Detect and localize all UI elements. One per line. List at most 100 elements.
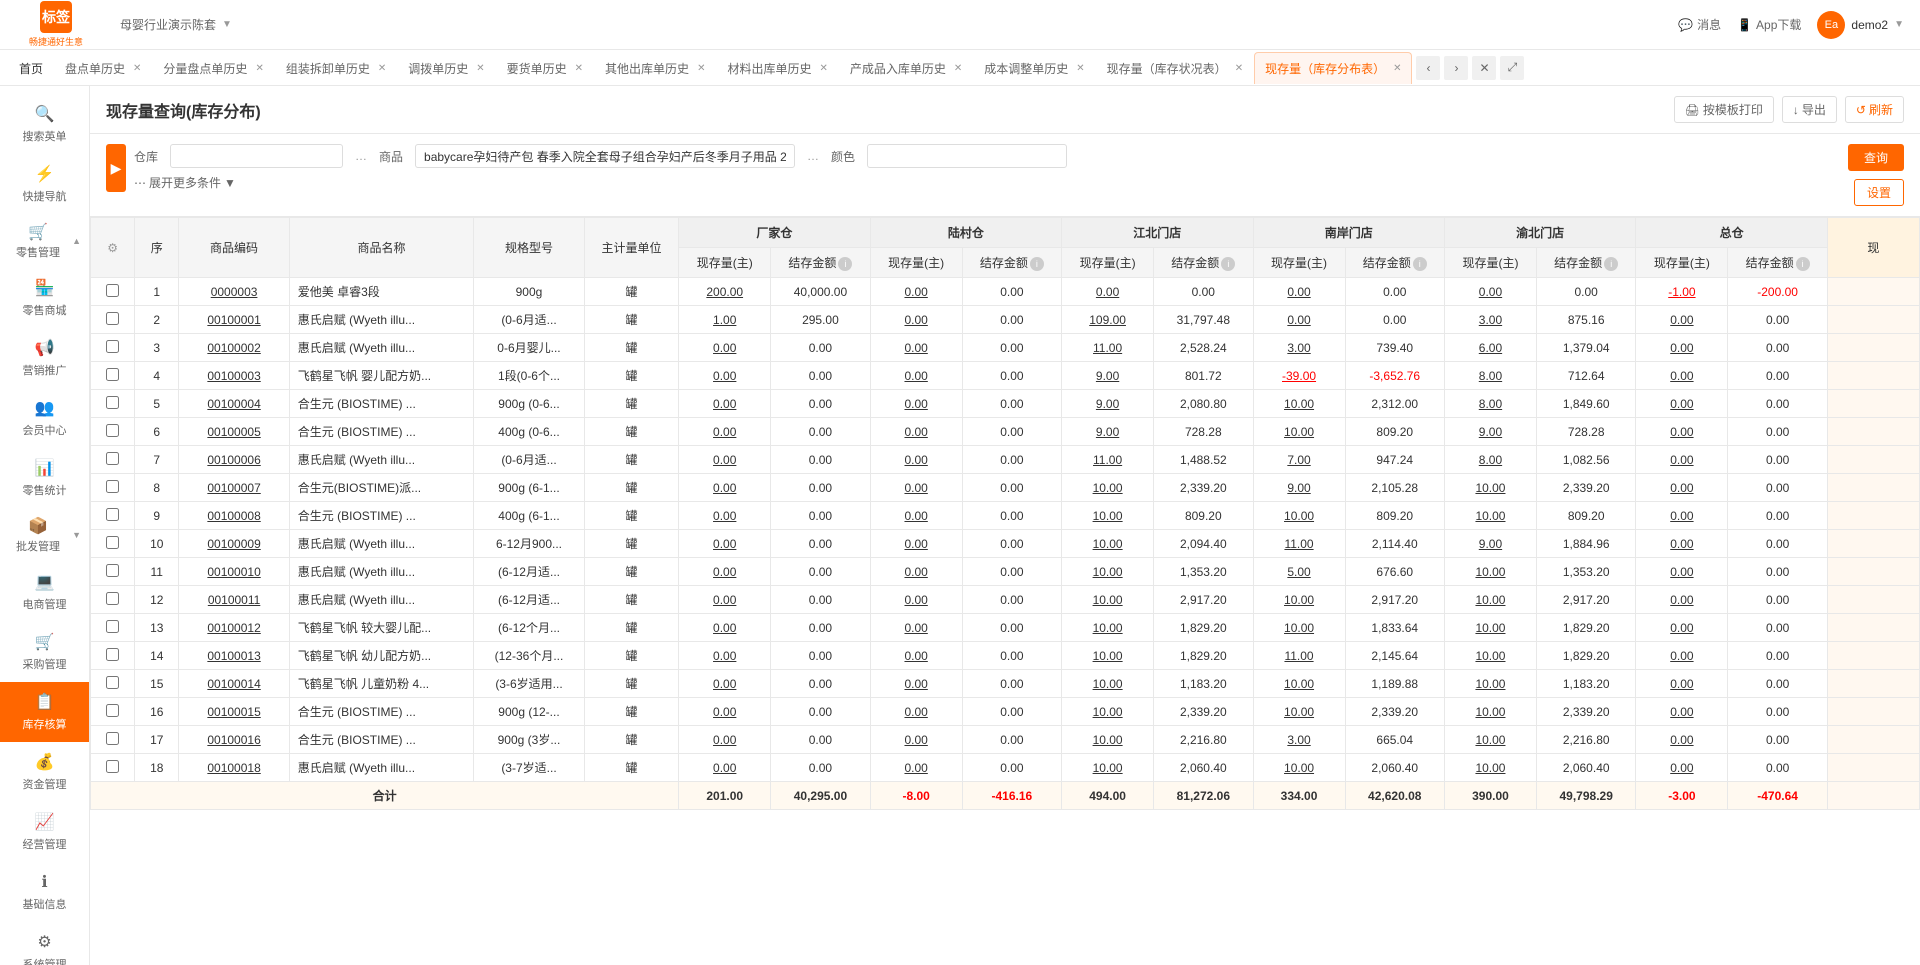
info-icon-tot[interactable]: i — [1796, 257, 1810, 271]
td-checkbox[interactable] — [91, 530, 135, 558]
td-checkbox[interactable] — [91, 558, 135, 586]
td-na-qty[interactable]: 3.00 — [1253, 726, 1345, 754]
td-checkbox[interactable] — [91, 446, 135, 474]
tab-close-all-btn[interactable]: ✕ — [1472, 56, 1496, 80]
td-checkbox[interactable] — [91, 614, 135, 642]
td-lc-qty[interactable]: 0.00 — [870, 642, 962, 670]
td-tot-qty[interactable]: 0.00 — [1636, 502, 1728, 530]
td-tot-qty[interactable]: 0.00 — [1636, 474, 1728, 502]
td-checkbox[interactable] — [91, 362, 135, 390]
td-jb-qty[interactable]: 10.00 — [1062, 558, 1154, 586]
sidebar-item-member[interactable]: 👥 会员中心 — [0, 388, 89, 448]
td-tot-qty[interactable]: -1.00 — [1636, 278, 1728, 306]
td-fc-qty[interactable]: 1.00 — [679, 306, 771, 334]
warehouse-picker-btn[interactable]: … — [355, 149, 367, 163]
td-checkbox[interactable] — [91, 698, 135, 726]
tab-close-icon[interactable]: ✕ — [575, 63, 583, 74]
td-jb-qty[interactable]: 9.00 — [1062, 390, 1154, 418]
td-jb-qty[interactable]: 9.00 — [1062, 418, 1154, 446]
tab-stock-status[interactable]: 现存量（库存状况表） ✕ — [1096, 52, 1254, 84]
sidebar-item-nav[interactable]: ⚡ 快捷导航 — [0, 154, 89, 214]
tab-assembly[interactable]: 组装拆卸单历史 ✕ — [275, 52, 397, 84]
td-jb-qty[interactable]: 109.00 — [1062, 306, 1154, 334]
tab-other-out[interactable]: 其他出库单历史 ✕ — [594, 52, 716, 84]
td-lc-qty[interactable]: 0.00 — [870, 754, 962, 782]
td-lc-qty[interactable]: 0.00 — [870, 418, 962, 446]
tab-home[interactable]: 首页 — [8, 52, 54, 84]
td-fc-qty[interactable]: 0.00 — [679, 362, 771, 390]
td-yb-qty[interactable]: 0.00 — [1444, 278, 1536, 306]
tab-next-btn[interactable]: › — [1444, 56, 1468, 80]
td-na-qty[interactable]: 10.00 — [1253, 754, 1345, 782]
tab-close-icon[interactable]: ✕ — [1076, 63, 1084, 74]
td-tot-qty[interactable]: 0.00 — [1636, 698, 1728, 726]
td-jb-qty[interactable]: 10.00 — [1062, 754, 1154, 782]
td-yb-qty[interactable]: 10.00 — [1444, 670, 1536, 698]
td-yb-qty[interactable]: 9.00 — [1444, 530, 1536, 558]
settings-btn[interactable]: 设置 — [1854, 179, 1904, 206]
tab-close-icon[interactable]: ✕ — [476, 63, 484, 74]
td-jb-qty[interactable]: 10.00 — [1062, 614, 1154, 642]
expand-conditions-btn[interactable]: ⋯ 展开更多条件 ▼ — [134, 174, 236, 191]
export-btn[interactable]: ↓ 导出 — [1782, 96, 1837, 123]
td-lc-qty[interactable]: 0.00 — [870, 530, 962, 558]
td-na-qty[interactable]: 7.00 — [1253, 446, 1345, 474]
td-lc-qty[interactable]: 0.00 — [870, 334, 962, 362]
td-jb-qty[interactable]: 9.00 — [1062, 362, 1154, 390]
info-icon-yb[interactable]: i — [1604, 257, 1618, 271]
refresh-btn[interactable]: ↺ 刷新 — [1845, 96, 1904, 123]
td-jb-qty[interactable]: 10.00 — [1062, 530, 1154, 558]
td-yb-qty[interactable]: 3.00 — [1444, 306, 1536, 334]
td-lc-qty[interactable]: 0.00 — [870, 362, 962, 390]
td-tot-qty[interactable]: 0.00 — [1636, 306, 1728, 334]
td-yb-qty[interactable]: 10.00 — [1444, 698, 1536, 726]
tab-close-icon[interactable]: ✕ — [1235, 63, 1243, 74]
sidebar-item-ecommerce[interactable]: 💻 电商管理 — [0, 562, 89, 622]
sidebar-item-basic[interactable]: ℹ 基础信息 — [0, 862, 89, 922]
td-yb-qty[interactable]: 8.00 — [1444, 390, 1536, 418]
td-fc-qty[interactable]: 0.00 — [679, 670, 771, 698]
td-tot-qty[interactable]: 0.00 — [1636, 390, 1728, 418]
sidebar-item-retail-mgmt[interactable]: 🛒 零售管理 ▲ — [0, 214, 89, 268]
td-checkbox[interactable] — [91, 642, 135, 670]
td-tot-qty[interactable]: 0.00 — [1636, 670, 1728, 698]
tab-stock-dist[interactable]: 现存量（库存分布表） ✕ — [1254, 52, 1412, 84]
td-yb-qty[interactable]: 10.00 — [1444, 642, 1536, 670]
td-tot-qty[interactable]: 0.00 — [1636, 362, 1728, 390]
td-checkbox[interactable] — [91, 754, 135, 782]
user-area[interactable]: Ea demo2 ▼ — [1817, 11, 1904, 39]
td-tot-qty[interactable]: 0.00 — [1636, 726, 1728, 754]
td-checkbox[interactable] — [91, 670, 135, 698]
tab-close-icon[interactable]: ✕ — [954, 63, 962, 74]
td-na-qty[interactable]: 10.00 — [1253, 586, 1345, 614]
td-na-qty[interactable]: 0.00 — [1253, 306, 1345, 334]
col-settings-icon[interactable]: ⚙ — [107, 241, 118, 255]
td-na-qty[interactable]: -39.00 — [1253, 362, 1345, 390]
td-tot-qty[interactable]: 0.00 — [1636, 418, 1728, 446]
td-jb-qty[interactable]: 10.00 — [1062, 670, 1154, 698]
td-tot-qty[interactable]: 0.00 — [1636, 754, 1728, 782]
tab-transfer[interactable]: 调拨单历史 ✕ — [397, 52, 495, 84]
tab-requisition[interactable]: 要货单历史 ✕ — [496, 52, 594, 84]
td-yb-qty[interactable]: 6.00 — [1444, 334, 1536, 362]
td-jb-qty[interactable]: 10.00 — [1062, 502, 1154, 530]
td-yb-qty[interactable]: 10.00 — [1444, 726, 1536, 754]
info-icon-fc[interactable]: i — [838, 257, 852, 271]
td-fc-qty[interactable]: 0.00 — [679, 586, 771, 614]
sidebar-item-purchase[interactable]: 🛒 采购管理 — [0, 622, 89, 682]
td-checkbox[interactable] — [91, 502, 135, 530]
goods-input[interactable] — [415, 144, 795, 168]
sidebar-item-marketing[interactable]: 📢 营销推广 — [0, 328, 89, 388]
tab-close-icon[interactable]: ✕ — [378, 63, 386, 74]
td-jb-qty[interactable]: 10.00 — [1062, 726, 1154, 754]
td-yb-qty[interactable]: 10.00 — [1444, 614, 1536, 642]
sidebar-item-business[interactable]: 📈 经营管理 — [0, 802, 89, 862]
td-tot-qty[interactable]: 0.00 — [1636, 586, 1728, 614]
tab-close-icon[interactable]: ✕ — [1393, 63, 1401, 74]
td-lc-qty[interactable]: 0.00 — [870, 670, 962, 698]
td-na-qty[interactable]: 11.00 — [1253, 642, 1345, 670]
td-na-qty[interactable]: 10.00 — [1253, 502, 1345, 530]
td-na-qty[interactable]: 5.00 — [1253, 558, 1345, 586]
td-lc-qty[interactable]: 0.00 — [870, 614, 962, 642]
td-fc-qty[interactable]: 0.00 — [679, 418, 771, 446]
